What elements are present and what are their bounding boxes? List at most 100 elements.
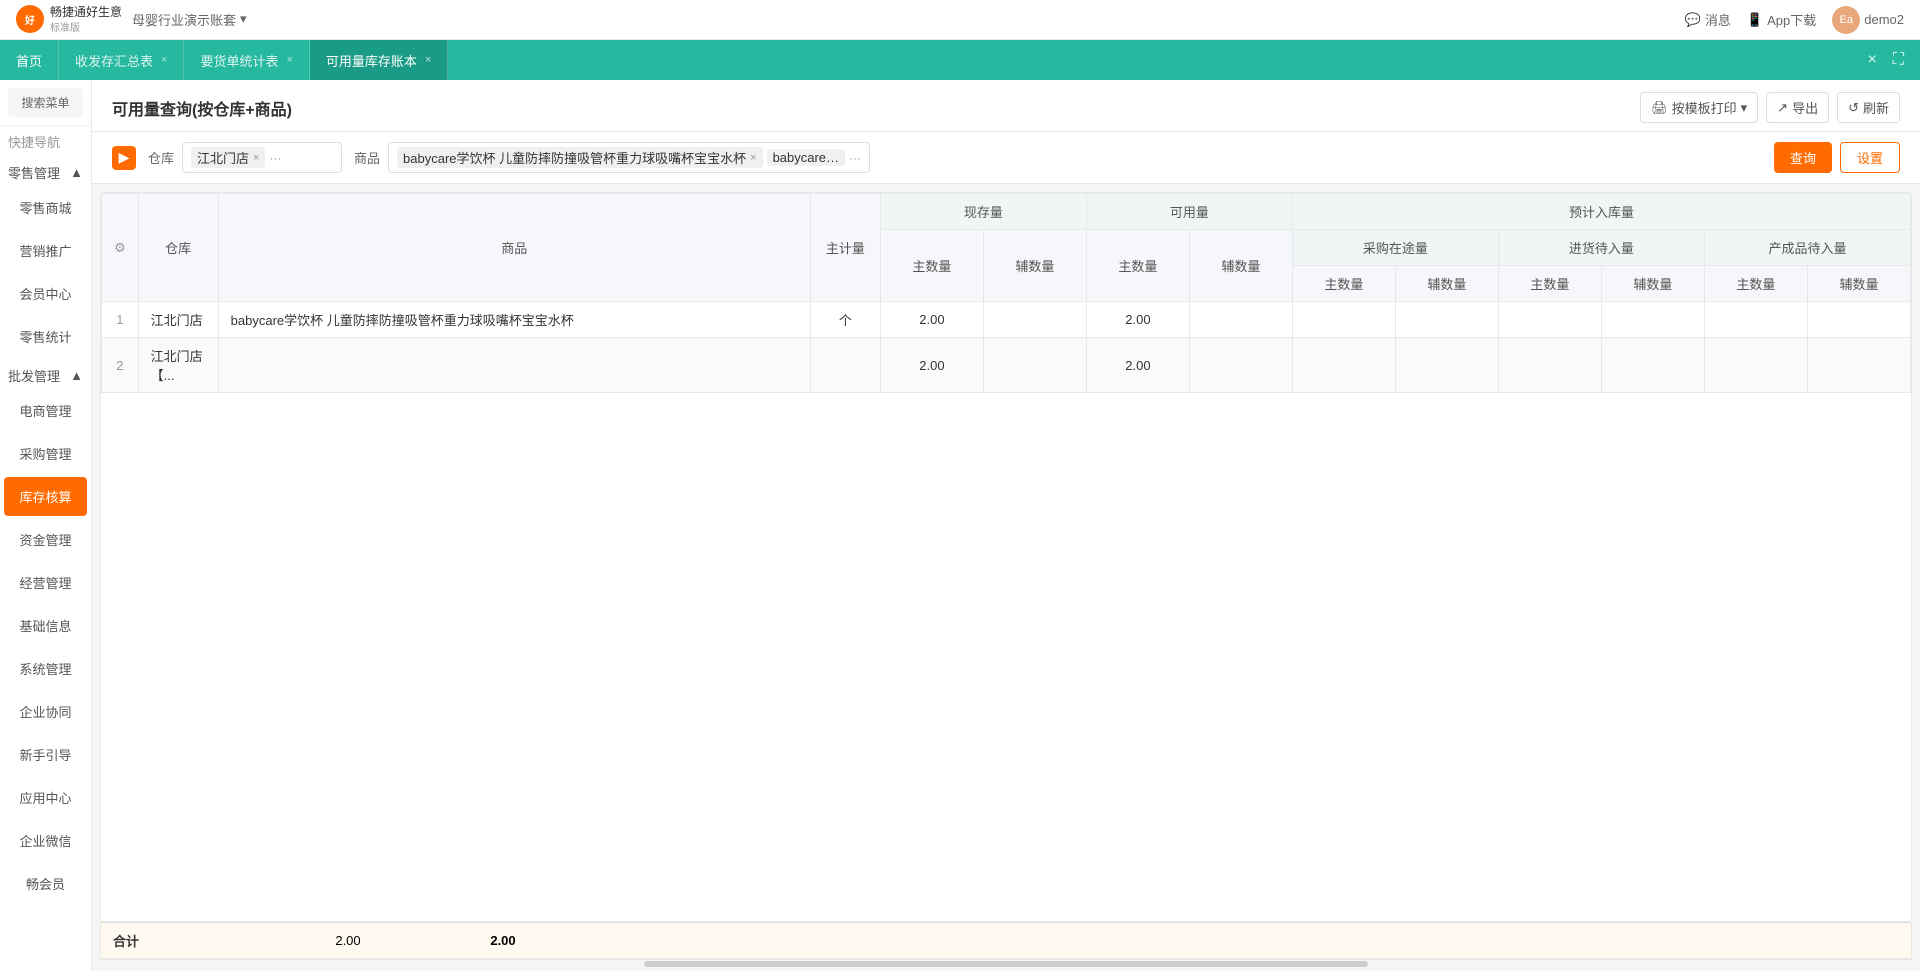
company-selector[interactable]: 母婴行业演示账套 ▾ bbox=[132, 10, 247, 29]
row-product-2 bbox=[218, 338, 810, 393]
product-tag-1-close[interactable]: × bbox=[750, 152, 756, 164]
sidebar-item-app-center[interactable]: 应用中心 bbox=[4, 778, 87, 817]
sidebar-item-enterprise-wechat[interactable]: 企业微信 bbox=[4, 821, 87, 860]
tab-bar: 首页 收发存汇总表 × 要货单统计表 × 可用量库存账本 × × ⛶ bbox=[0, 40, 1920, 80]
main-unit-col-header: 主计量 bbox=[810, 194, 880, 302]
tab-available-stock[interactable]: 可用量库存账本 × bbox=[310, 40, 448, 80]
purchase-main-qty-header: 主数量 bbox=[1292, 266, 1395, 302]
tab-close-receive-summary[interactable]: × bbox=[161, 54, 167, 66]
sidebar-item-basic-info[interactable]: 基础信息 bbox=[4, 606, 87, 645]
tab-expand-btn[interactable]: ⛶ bbox=[1889, 51, 1908, 69]
row-pur-aux-1 bbox=[1395, 302, 1498, 338]
settings-icon[interactable]: ⚙ bbox=[114, 240, 126, 255]
row-warehouse-1: 江北门店 bbox=[138, 302, 218, 338]
row-warehouse-2: 江北门店【... bbox=[138, 338, 218, 393]
search-menu-btn[interactable]: 搜索菜单 bbox=[8, 88, 83, 117]
row-inc-aux-2 bbox=[1601, 338, 1704, 393]
logo-text-block: 畅捷通好生意 标准版 bbox=[50, 5, 122, 34]
sidebar-item-retail-stats[interactable]: 零售统计 bbox=[4, 317, 87, 356]
warehouse-filter: 仓库 江北门店 × ··· bbox=[148, 142, 342, 173]
logo-area: 好 畅捷通好生意 标准版 bbox=[16, 5, 122, 34]
product-input[interactable]: babycare学饮杯 儿童防摔防撞吸管杯重力球吸嘴杯宝宝水杯 × babyca… bbox=[388, 142, 870, 173]
top-bar-right: 💬 消息 📱 App下载 Ea demo2 bbox=[1685, 6, 1904, 34]
sidebar-item-marketing[interactable]: 营销推广 bbox=[4, 231, 87, 270]
row-prod-aux-2 bbox=[1807, 338, 1910, 393]
logo-icon: 好 bbox=[16, 5, 44, 33]
app-download-action[interactable]: 📱 App下载 bbox=[1747, 10, 1816, 29]
row-prod-main-2 bbox=[1704, 338, 1807, 393]
row-pur-main-2 bbox=[1292, 338, 1395, 393]
row-avail-aux-2 bbox=[1189, 338, 1292, 393]
sidebar-group-wholesale[interactable]: 批发管理 ▲ bbox=[0, 358, 91, 389]
horizontal-scrollbar[interactable] bbox=[100, 959, 1912, 967]
data-table: ⚙ 仓库 商品 主计量 现存量 可用量 预计入库量 主数量 辅数量 主数量 辅数… bbox=[101, 193, 1911, 393]
incoming-pending-header: 进货待入量 bbox=[1498, 230, 1704, 266]
sidebar-item-new-guide[interactable]: 新手引导 bbox=[4, 735, 87, 774]
export-btn[interactable]: ↗ 导出 bbox=[1766, 92, 1829, 123]
message-action[interactable]: 💬 消息 bbox=[1685, 10, 1731, 29]
row-inc-main-2 bbox=[1498, 338, 1601, 393]
sidebar-item-system[interactable]: 系统管理 bbox=[4, 649, 87, 688]
row-avail-aux-1 bbox=[1189, 302, 1292, 338]
tab-close-available-stock[interactable]: × bbox=[425, 54, 431, 66]
warehouse-more[interactable]: ··· bbox=[269, 151, 281, 165]
tab-home[interactable]: 首页 bbox=[0, 40, 59, 80]
sidebar-item-enterprise-collab[interactable]: 企业协同 bbox=[4, 692, 87, 731]
tab-close-all-btn[interactable]: × bbox=[1863, 51, 1880, 69]
product-tag-2: babycare… bbox=[767, 149, 845, 166]
current-stock-header: 现存量 bbox=[880, 194, 1086, 230]
settings-btn[interactable]: 设置 bbox=[1840, 142, 1900, 173]
product-more[interactable]: ··· bbox=[849, 151, 861, 165]
sidebar-item-inventory-check[interactable]: 库存核算 bbox=[4, 477, 87, 516]
products-main-qty-header: 主数量 bbox=[1704, 266, 1807, 302]
query-btn[interactable]: 查询 bbox=[1774, 142, 1832, 173]
row-pur-main-1 bbox=[1292, 302, 1395, 338]
footer-avail-main: 2.00 bbox=[463, 933, 543, 948]
sidebar-group-retail[interactable]: 零售管理 ▲ bbox=[0, 155, 91, 186]
sidebar-item-purchase[interactable]: 采购管理 bbox=[4, 434, 87, 473]
message-icon: 💬 bbox=[1685, 12, 1701, 28]
page-title: 可用量查询(按仓库+商品) bbox=[112, 96, 292, 120]
print-btn[interactable]: 🖨 按模板打印 ▾ bbox=[1640, 92, 1758, 123]
row-current-aux-2 bbox=[983, 338, 1086, 393]
quick-nav-label[interactable]: 快捷导航 bbox=[0, 126, 91, 155]
warehouse-input[interactable]: 江北门店 × ··· bbox=[182, 142, 342, 173]
sidebar-item-ecommerce[interactable]: 电商管理 bbox=[4, 391, 87, 430]
chevron-down-icon: ▾ bbox=[240, 11, 247, 27]
app-download-icon: 📱 bbox=[1747, 12, 1763, 28]
warehouse-tag: 江北门店 × bbox=[191, 147, 265, 168]
row-prod-main-1 bbox=[1704, 302, 1807, 338]
purchase-on-way-header: 采购在途量 bbox=[1292, 230, 1498, 266]
refresh-icon: ↺ bbox=[1848, 100, 1859, 116]
footer-current-main: 2.00 bbox=[313, 933, 383, 948]
sidebar-item-finance[interactable]: 资金管理 bbox=[4, 520, 87, 559]
available-aux-qty-header: 辅数量 bbox=[1189, 230, 1292, 302]
warehouse-tag-close[interactable]: × bbox=[253, 152, 259, 164]
scrollbar-thumb[interactable] bbox=[644, 961, 1369, 967]
tab-close-order-stats[interactable]: × bbox=[286, 54, 292, 66]
logo-text: 畅捷通好生意 bbox=[50, 5, 122, 19]
settings-col-header[interactable]: ⚙ bbox=[102, 194, 139, 302]
tab-receive-summary[interactable]: 收发存汇总表 × bbox=[59, 40, 184, 80]
table-area: ⚙ 仓库 商品 主计量 现存量 可用量 预计入库量 主数量 辅数量 主数量 辅数… bbox=[100, 192, 1912, 922]
sidebar-item-member[interactable]: 畅会员 bbox=[4, 864, 87, 903]
chevron-icon: ▲ bbox=[70, 165, 83, 180]
row-current-main-2: 2.00 bbox=[880, 338, 983, 393]
sidebar-item-operation[interactable]: 经营管理 bbox=[4, 563, 87, 602]
page-header: 可用量查询(按仓库+商品) 🖨 按模板打印 ▾ ↗ 导出 ↺ 刷新 bbox=[92, 80, 1920, 132]
planned-inbound-header: 预计入库量 bbox=[1292, 194, 1910, 230]
main-layout: 搜索菜单 快捷导航 零售管理 ▲ 零售商城 营销推广 会员中心 零售统计 批发管… bbox=[0, 80, 1920, 971]
filter-expand-btn[interactable]: ▶ bbox=[112, 146, 136, 170]
available-main-qty-header: 主数量 bbox=[1086, 230, 1189, 302]
refresh-btn[interactable]: ↺ 刷新 bbox=[1837, 92, 1900, 123]
page-actions: 🖨 按模板打印 ▾ ↗ 导出 ↺ 刷新 bbox=[1640, 92, 1900, 123]
products-aux-qty-header: 辅数量 bbox=[1807, 266, 1910, 302]
row-current-main-1: 2.00 bbox=[880, 302, 983, 338]
user-area[interactable]: Ea demo2 bbox=[1832, 6, 1904, 34]
row-avail-main-1: 2.00 bbox=[1086, 302, 1189, 338]
sidebar-item-member-center[interactable]: 会员中心 bbox=[4, 274, 87, 313]
sidebar-item-retail-shop[interactable]: 零售商城 bbox=[4, 188, 87, 227]
table-row: 2 江北门店【... 2.00 2.00 bbox=[102, 338, 1911, 393]
tab-order-stats[interactable]: 要货单统计表 × bbox=[184, 40, 309, 80]
filter-bar: ▶ 仓库 江北门店 × ··· 商品 babycare学饮杯 儿童防摔防撞吸管杯… bbox=[92, 132, 1920, 184]
